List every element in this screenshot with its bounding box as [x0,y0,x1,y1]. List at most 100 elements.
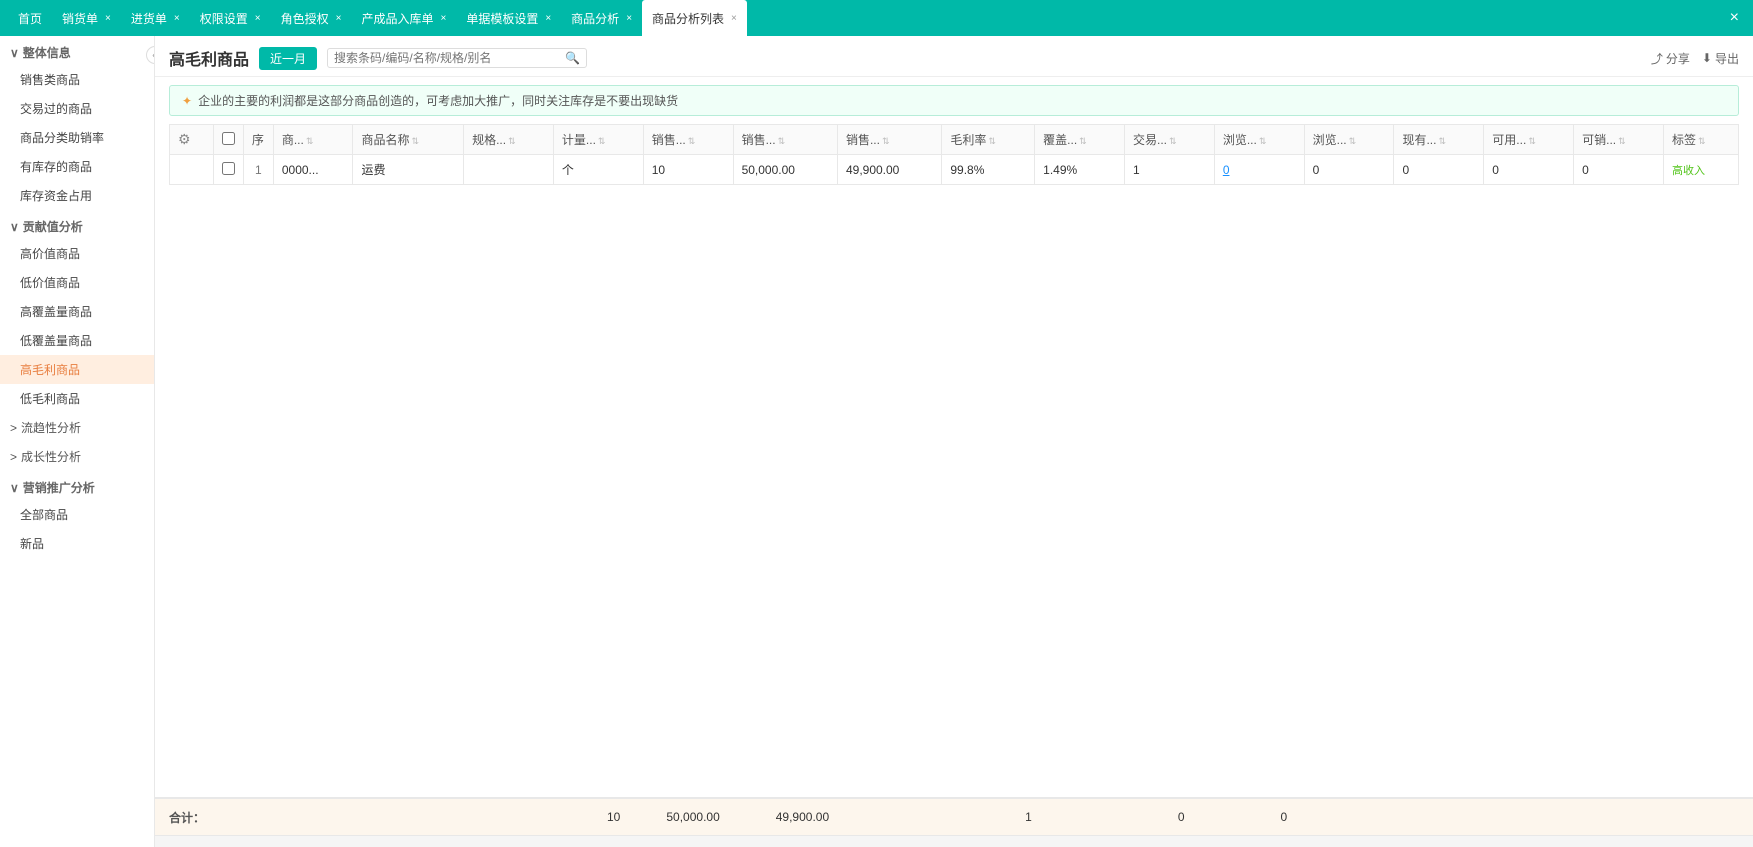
col-trade[interactable]: 交易...⇅ [1124,125,1214,155]
nav-tab-permission[interactable]: 权限设置 × [190,0,271,36]
cell-view1: 0 [1214,155,1304,185]
col-sale-qty[interactable]: 销售...⇅ [643,125,733,155]
row-checkbox[interactable] [222,162,235,175]
chevron-down-icon-2: ∨ [10,220,19,234]
sidebar-item-new-goods[interactable]: 新品 [0,529,154,558]
cell-trade: 1 [1124,155,1214,185]
cell-spec [464,155,554,185]
col-margin[interactable]: 毛利率⇅ [942,125,1035,155]
col-sale-amt[interactable]: 销售...⇅ [733,125,837,155]
info-icon: ✦ [182,94,192,108]
col-unit[interactable]: 计量...⇅ [553,125,643,155]
nav-tab-warehouse-close[interactable]: × [440,13,446,24]
chevron-down-icon-3: ∨ [10,481,19,495]
table-wrapper: ⚙ 序 商...⇅ 商品名称⇅ 规格...⇅ 计量...⇅ 销售...⇅ 销售.… [155,124,1753,797]
sidebar-item-stock-capital[interactable]: 库存资金占用 [0,181,154,210]
col-stock-sale[interactable]: 可销...⇅ [1574,125,1664,155]
cell-code: 0000... [273,155,353,185]
filter-recent-month-button[interactable]: 近一月 [259,47,317,70]
sidebar-item-category-rate[interactable]: 商品分类助销率 [0,123,154,152]
nav-tab-analysis-close[interactable]: × [626,13,632,24]
share-button[interactable]: ⤴ 分享 [1651,50,1690,67]
nav-tab-role-close[interactable]: × [336,13,342,24]
sidebar-item-traded-goods[interactable]: 交易过的商品 [0,94,154,123]
nav-tab-purchase-close[interactable]: × [174,13,180,24]
nav-tab-role[interactable]: 角色授权 × [271,0,352,36]
search-input[interactable] [334,51,561,65]
info-banner: ✦ 企业的主要的利润都是这部分商品创造的，可考虑加大推广，同时关注库存是不要出现… [169,85,1739,116]
table-header-row: ⚙ 序 商...⇅ 商品名称⇅ 规格...⇅ 计量...⇅ 销售...⇅ 销售.… [170,125,1739,155]
nav-tab-template-close[interactable]: × [545,13,551,24]
sidebar-group-growth[interactable]: > 成长性分析 [0,442,154,471]
search-box: 🔍 [327,48,587,68]
sidebar-group-overall[interactable]: ∨ 整体信息 [0,36,154,65]
col-view1[interactable]: 浏览...⇅ [1214,125,1304,155]
cell-sale-qty: 10 [643,155,733,185]
sidebar-item-low-coverage[interactable]: 低覆盖量商品 [0,326,154,355]
nav-tab-template[interactable]: 单据模板设置 × [456,0,561,36]
nav-tab-analysis-list-close[interactable]: × [731,13,737,24]
table-footer: 合计： 10 50,000.00 49,900.00 1 0 0 [155,797,1753,835]
footer-cells: 10 50,000.00 49,900.00 1 0 0 [249,810,1739,824]
sidebar-item-high-margin[interactable]: 高毛利商品 [0,355,154,384]
sidebar-item-high-coverage[interactable]: 高覆盖量商品 [0,297,154,326]
footer-sale-qty: 10 [599,810,628,824]
col-spec[interactable]: 规格...⇅ [464,125,554,155]
search-icon[interactable]: 🔍 [565,51,580,65]
cell-sale-profit: 49,900.00 [837,155,941,185]
footer-stock-cur: 0 [1170,810,1193,824]
nav-tab-home[interactable]: 首页 [8,0,52,36]
footer-sale-amt: 50,000.00 [658,810,727,824]
col-tag[interactable]: 标签⇅ [1663,125,1738,155]
sidebar-item-all-goods[interactable]: 全部商品 [0,500,154,529]
data-table: ⚙ 序 商...⇅ 商品名称⇅ 规格...⇅ 计量...⇅ 销售...⇅ 销售.… [169,124,1739,185]
cell-stock-sale: 0 [1574,155,1664,185]
col-stock-avail[interactable]: 可用...⇅ [1484,125,1574,155]
cell-unit: 个 [553,155,643,185]
nav-tab-sales-close[interactable]: × [105,13,111,24]
footer-sale-profit: 49,900.00 [768,810,837,824]
col-gear[interactable]: ⚙ [170,125,214,155]
col-sale-profit[interactable]: 销售...⇅ [837,125,941,155]
select-all-checkbox[interactable] [222,132,235,145]
share-icon: ⤴ [1651,50,1663,67]
cell-seq: 1 [243,155,273,185]
col-checkbox [213,125,243,155]
col-stock-cur[interactable]: 现有...⇅ [1394,125,1484,155]
nav-tab-permission-close[interactable]: × [255,13,261,24]
col-view2[interactable]: 浏览...⇅ [1304,125,1394,155]
sidebar-item-high-value[interactable]: 高价值商品 [0,239,154,268]
chevron-right-icon: > [10,421,17,435]
sidebar-item-in-stock[interactable]: 有库存的商品 [0,152,154,181]
sidebar-item-low-value[interactable]: 低价值商品 [0,268,154,297]
window-close-button[interactable]: × [1724,7,1745,29]
footer-label: 合计： [169,809,249,826]
col-coverage[interactable]: 覆盖...⇅ [1035,125,1125,155]
sidebar-item-low-margin[interactable]: 低毛利商品 [0,384,154,413]
nav-tab-sales[interactable]: 销货单 × [52,0,121,36]
col-code[interactable]: 商...⇅ [273,125,353,155]
header-actions: ⤴ 分享 ⬇ 导出 [1651,50,1739,67]
sidebar-group-contribution[interactable]: ∨ 贡献值分析 [0,210,154,239]
cell-checkbox[interactable] [213,155,243,185]
nav-tab-purchase[interactable]: 进货单 × [121,0,190,36]
table-row: 1 0000... 运费 个 10 50,000.00 49,900.00 99… [170,155,1739,185]
bottom-scrollbar[interactable] [155,835,1753,847]
sidebar-item-sales-goods[interactable]: 销售类商品 [0,65,154,94]
top-nav: 首页 销货单 × 进货单 × 权限设置 × 角色授权 × 产成品入库单 × 单据… [0,0,1753,36]
nav-tab-warehouse[interactable]: 产成品入库单 × [351,0,456,36]
sidebar-group-marketing[interactable]: ∨ 营销推广分析 [0,471,154,500]
nav-tab-analysis-list[interactable]: 商品分析列表 × [642,0,747,36]
footer-stock-sale: 0 [1273,810,1296,824]
gear-icon[interactable]: ⚙ [178,131,191,147]
main-area: « ∨ 整体信息 销售类商品 交易过的商品 商品分类助销率 有库存的商品 库存资… [0,36,1753,847]
export-button[interactable]: ⬇ 导出 [1702,50,1739,67]
col-name[interactable]: 商品名称⇅ [353,125,464,155]
nav-tab-analysis[interactable]: 商品分析 × [561,0,642,36]
chevron-down-icon: ∨ [10,46,19,60]
footer-trade: 1 [1017,810,1040,824]
cell-stock-cur: 0 [1394,155,1484,185]
cell-name: 运费 [353,155,464,185]
page-title: 高毛利商品 [169,46,249,70]
sidebar-group-flow[interactable]: > 流趋性分析 [0,413,154,442]
